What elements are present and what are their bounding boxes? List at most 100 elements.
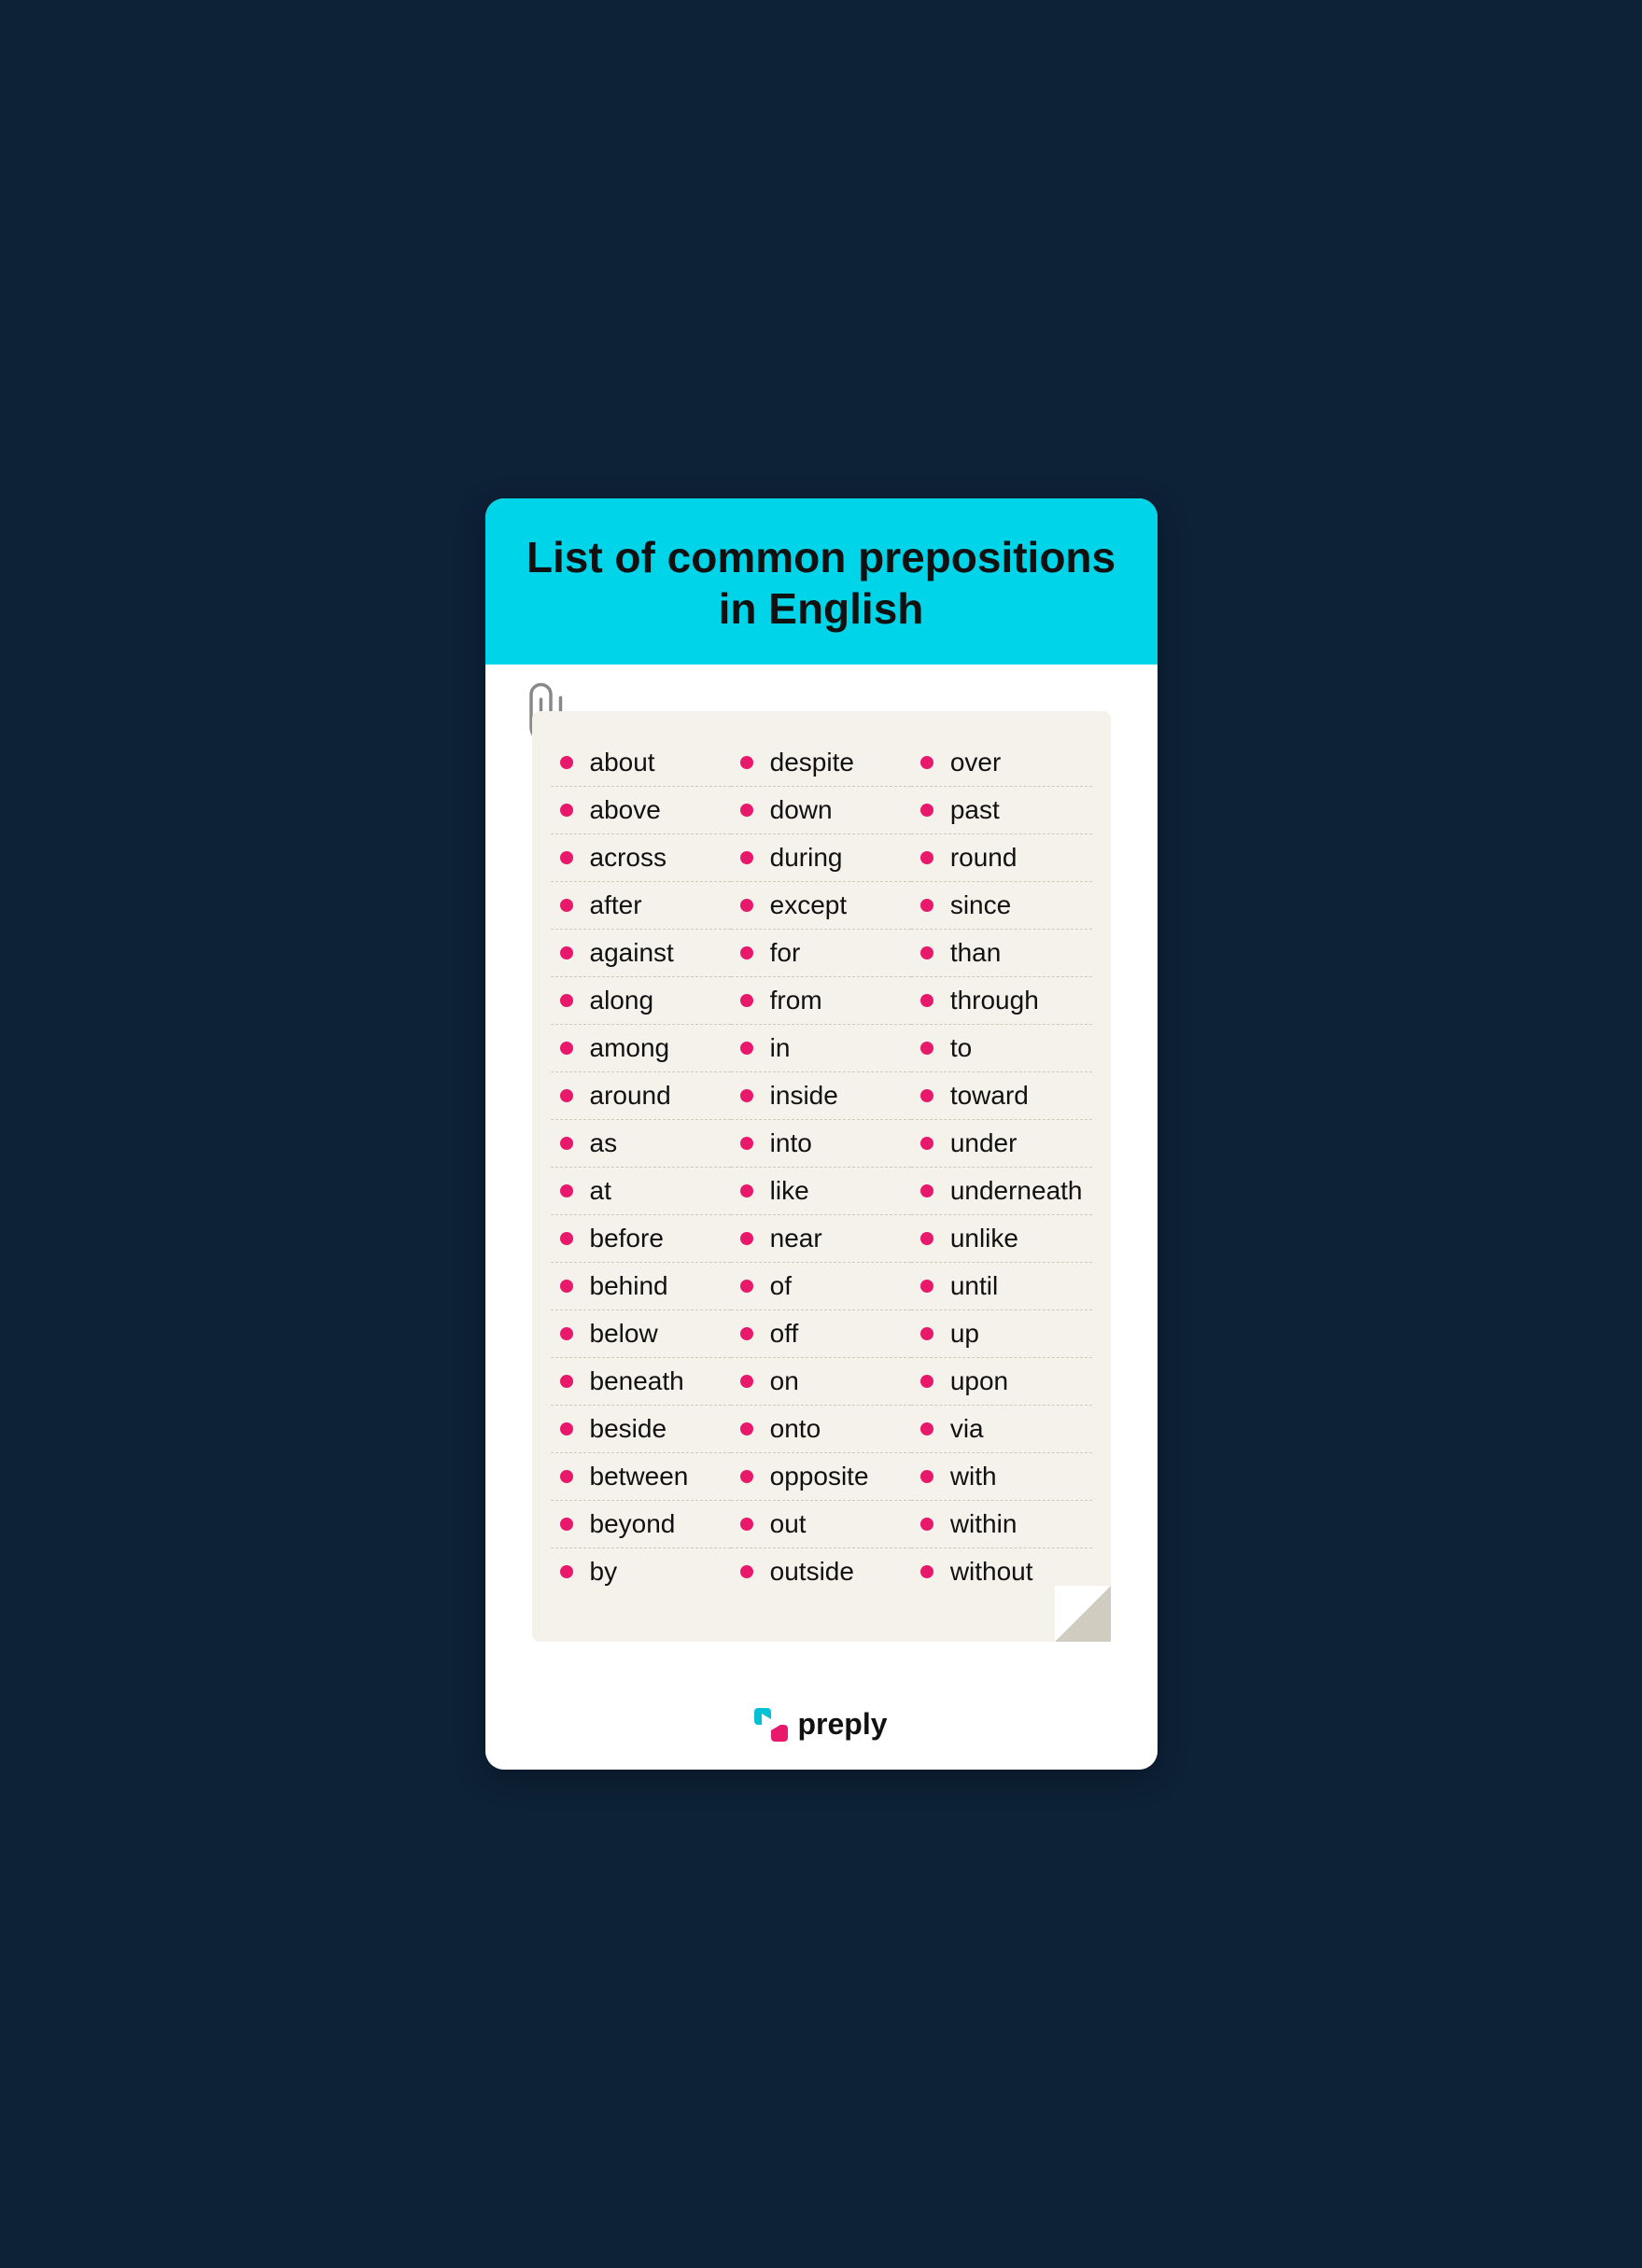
list-item: under: [911, 1120, 1092, 1168]
preposition-word: out: [770, 1509, 807, 1539]
list-item: about: [551, 739, 731, 787]
bullet-dot: [740, 756, 753, 769]
bullet-dot: [560, 1565, 573, 1578]
bullet-dot: [920, 1565, 933, 1578]
brand-name: preply: [797, 1707, 887, 1742]
list-item: down: [731, 787, 911, 834]
preposition-word: among: [590, 1033, 670, 1063]
preposition-word: off: [770, 1319, 799, 1349]
list-item: on: [731, 1358, 911, 1406]
preposition-word: outside: [770, 1557, 854, 1587]
list-item: than: [911, 930, 1092, 977]
list-item: within: [911, 1501, 1092, 1548]
list-item: near: [731, 1215, 911, 1263]
list-item: beneath: [551, 1358, 731, 1406]
list-item: into: [731, 1120, 911, 1168]
prepositions-list: aboutaboveacrossafteragainstalongamongar…: [532, 711, 1111, 1642]
page-title: List of common prepositions in English: [523, 532, 1120, 635]
bullet-dot: [740, 1327, 753, 1340]
list-item: at: [551, 1168, 731, 1215]
bullet-dot: [560, 1184, 573, 1197]
list-item: past: [911, 787, 1092, 834]
preposition-word: in: [770, 1033, 791, 1063]
list-item: upon: [911, 1358, 1092, 1406]
preposition-word: opposite: [770, 1462, 869, 1491]
columns-container: aboutaboveacrossafteragainstalongamongar…: [551, 739, 1092, 1595]
bullet-dot: [560, 1422, 573, 1435]
list-item: in: [731, 1025, 911, 1072]
preposition-word: to: [950, 1033, 972, 1063]
preposition-word: over: [950, 748, 1001, 777]
preposition-word: beneath: [590, 1366, 684, 1396]
list-item: behind: [551, 1263, 731, 1310]
bullet-dot: [560, 804, 573, 817]
bullet-dot: [740, 994, 753, 1007]
preposition-word: without: [950, 1557, 1033, 1587]
bullet-dot: [560, 1470, 573, 1483]
preposition-word: against: [590, 938, 674, 968]
bullet-dot: [740, 1565, 753, 1578]
preposition-word: with: [950, 1462, 997, 1491]
preposition-word: as: [590, 1128, 618, 1158]
list-item: after: [551, 882, 731, 930]
bullet-dot: [560, 756, 573, 769]
bullet-dot: [920, 1184, 933, 1197]
bullet-dot: [740, 1375, 753, 1388]
list-item: via: [911, 1406, 1092, 1453]
bullet-dot: [920, 1518, 933, 1531]
bullet-dot: [560, 994, 573, 1007]
preposition-word: above: [590, 795, 661, 825]
list-item: off: [731, 1310, 911, 1358]
main-card: List of common prepositions in English a…: [485, 498, 1158, 1770]
bullet-dot: [560, 899, 573, 912]
preposition-word: during: [770, 843, 843, 873]
list-item: for: [731, 930, 911, 977]
bullet-dot: [740, 804, 753, 817]
list-item: unlike: [911, 1215, 1092, 1263]
preposition-word: despite: [770, 748, 854, 777]
bullet-dot: [920, 851, 933, 864]
preposition-word: like: [770, 1176, 809, 1206]
preposition-word: except: [770, 890, 848, 920]
bullet-dot: [920, 899, 933, 912]
preposition-word: near: [770, 1224, 822, 1253]
list-item: like: [731, 1168, 911, 1215]
preposition-word: under: [950, 1128, 1017, 1158]
preposition-word: at: [590, 1176, 611, 1206]
preposition-word: via: [950, 1414, 984, 1444]
preposition-word: of: [770, 1271, 792, 1301]
preposition-word: below: [590, 1319, 658, 1349]
bullet-dot: [920, 946, 933, 959]
preposition-word: from: [770, 986, 822, 1015]
bullet-dot: [560, 1280, 573, 1293]
preposition-word: upon: [950, 1366, 1008, 1396]
list-item: opposite: [731, 1453, 911, 1501]
list-item: among: [551, 1025, 731, 1072]
list-item: beyond: [551, 1501, 731, 1548]
list-item: with: [911, 1453, 1092, 1501]
list-item: out: [731, 1501, 911, 1548]
list-item: above: [551, 787, 731, 834]
preposition-word: underneath: [950, 1176, 1083, 1206]
bullet-dot: [740, 1422, 753, 1435]
preposition-word: into: [770, 1128, 812, 1158]
bullet-dot: [740, 1184, 753, 1197]
list-item: as: [551, 1120, 731, 1168]
card-header: List of common prepositions in English: [485, 498, 1158, 665]
preposition-word: than: [950, 938, 1002, 968]
preposition-word: after: [590, 890, 642, 920]
card-body: aboutaboveacrossafteragainstalongamongar…: [485, 665, 1158, 1688]
list-item: across: [551, 834, 731, 882]
preposition-word: within: [950, 1509, 1017, 1539]
bullet-dot: [560, 1089, 573, 1102]
preposition-word: until: [950, 1271, 998, 1301]
preply-icon: [754, 1708, 788, 1742]
preposition-word: about: [590, 748, 655, 777]
list-item: round: [911, 834, 1092, 882]
column-2: despitedownduringexceptforfromininsidein…: [731, 739, 911, 1595]
preposition-word: on: [770, 1366, 799, 1396]
preposition-word: round: [950, 843, 1017, 873]
list-item: underneath: [911, 1168, 1092, 1215]
list-item: despite: [731, 739, 911, 787]
bullet-dot: [920, 756, 933, 769]
